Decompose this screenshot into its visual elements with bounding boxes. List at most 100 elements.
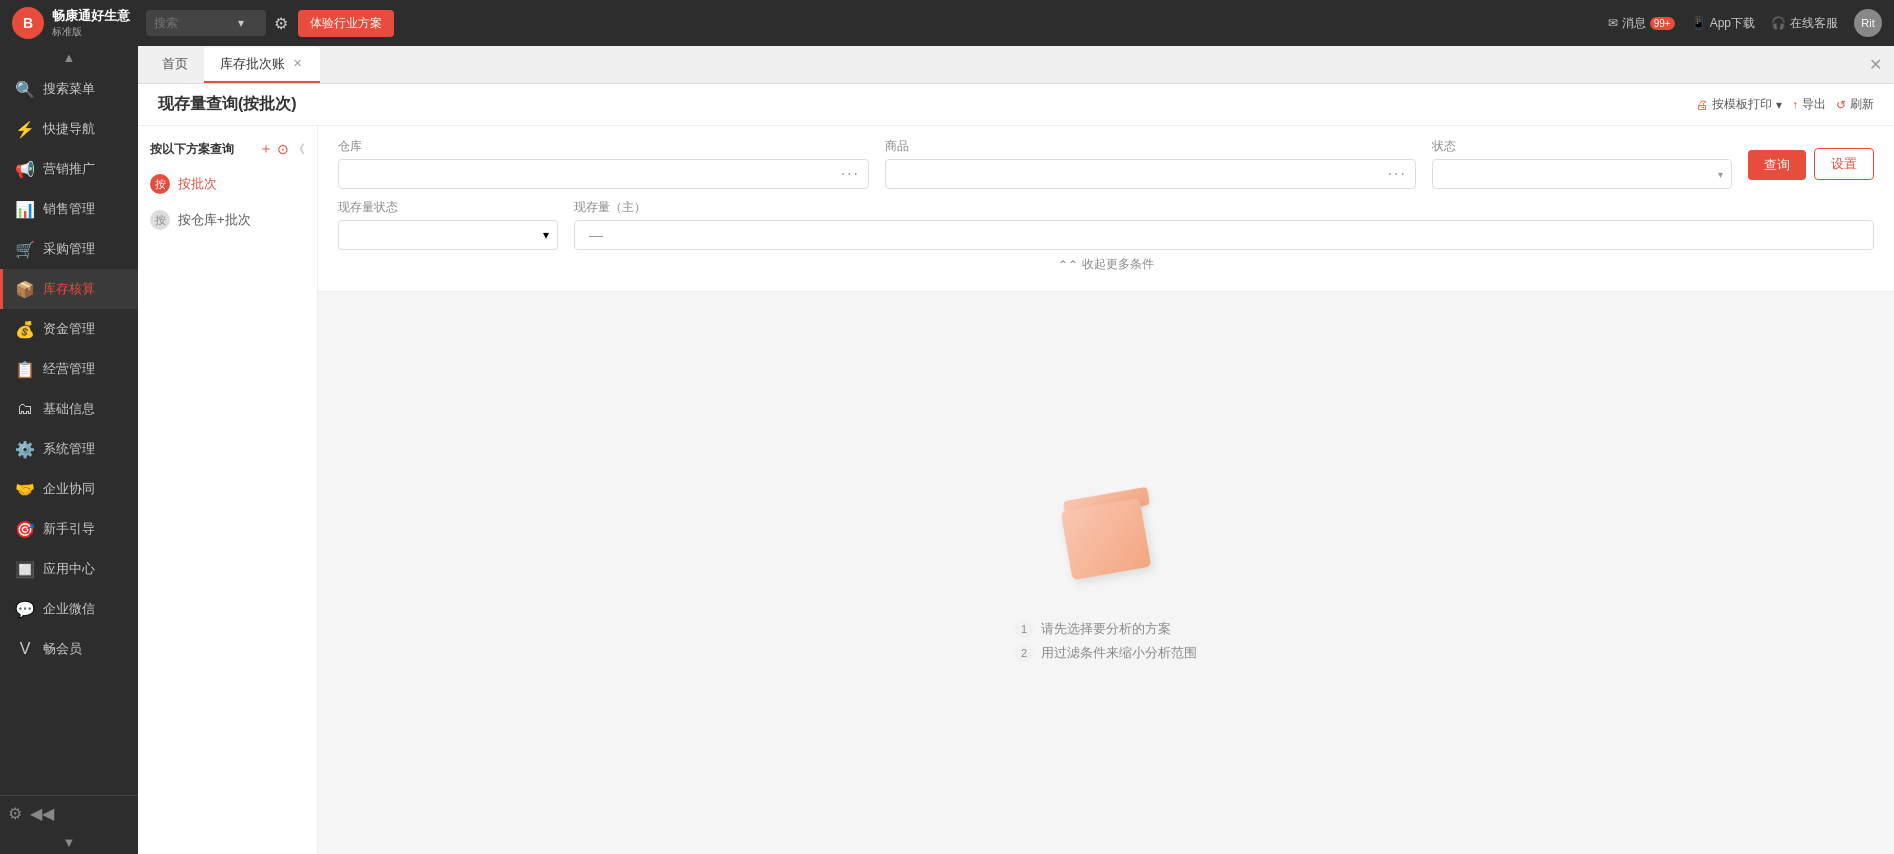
app-logo: B: [12, 7, 44, 39]
warehouse-dots: ···: [841, 165, 860, 183]
settings-gear-icon[interactable]: ⚙: [274, 14, 288, 33]
user-profile-btn[interactable]: Rit: [1854, 9, 1882, 37]
sidebar-settings-btn[interactable]: ⚙: [8, 804, 22, 823]
sidebar-item-system[interactable]: ⚙️ 系统管理: [0, 429, 138, 469]
warehouse-input[interactable]: ···: [338, 159, 869, 189]
export-btn-label: 导出: [1802, 96, 1826, 113]
filter-collapse-btn[interactable]: 《: [293, 140, 305, 158]
status-input[interactable]: ▾: [1432, 159, 1732, 189]
filter-item-warehouse-batch[interactable]: 按 按仓库+批次: [138, 202, 317, 238]
search-area[interactable]: ▾: [146, 10, 266, 36]
hint-num-1: 1: [1015, 620, 1033, 638]
sidebar-icon-system: ⚙️: [15, 439, 35, 459]
tab-close-btn[interactable]: ✕: [291, 57, 304, 70]
app-download-btn[interactable]: 📱 App下载: [1691, 15, 1755, 32]
refresh-icon: ↺: [1836, 98, 1846, 112]
filter-panel-header: 按以下方案查询 ＋ ⊙ 《: [138, 136, 317, 166]
empty-hints: 1 请先选择要分析的方案 2 用过滤条件来缩小分析范围: [1015, 620, 1197, 662]
sidebar-item-purchase[interactable]: 🛒 采购管理: [0, 229, 138, 269]
print-btn[interactable]: 🖨 按模板打印 ▾: [1696, 96, 1782, 113]
sidebar-item-app-center[interactable]: 🔲 应用中心: [0, 549, 138, 589]
tab-bar: 首页 库存批次账 ✕ ✕: [138, 46, 1894, 84]
goods-input[interactable]: ···: [885, 159, 1416, 189]
hint-text-1: 请先选择要分析的方案: [1041, 620, 1171, 638]
sidebar-scroll-down[interactable]: ▼: [0, 831, 138, 854]
filter-item-icon-batch: 按: [150, 174, 170, 194]
quantity-dash: —: [589, 227, 603, 243]
inventory-status-select[interactable]: ▾: [338, 220, 558, 250]
sidebar-item-quick-nav[interactable]: ⚡ 快捷导航: [0, 109, 138, 149]
search-input[interactable]: [154, 16, 234, 30]
collapse-more-btn[interactable]: ⌃⌃ 收起更多条件: [338, 250, 1874, 279]
search-dropdown-btn[interactable]: ▾: [234, 14, 248, 32]
message-icon: ✉: [1608, 16, 1618, 30]
sidebar-collapse-btn[interactable]: ◀◀: [30, 804, 54, 823]
sidebar-item-operations[interactable]: 📋 经营管理: [0, 349, 138, 389]
status-arrow-icon: ▾: [1718, 169, 1723, 180]
sidebar-item-inventory[interactable]: 📦 库存核算: [0, 269, 138, 309]
main-layout: ▲ 🔍 搜索菜单 ⚡ 快捷导航 📢 营销推广 📊 销售管理 🛒 采购管理 📦 库…: [0, 46, 1894, 854]
goods-dots: ···: [1388, 165, 1407, 183]
empty-hint-2: 2 用过滤条件来缩小分析范围: [1015, 644, 1197, 662]
sidebar-scroll-up[interactable]: ▲: [0, 46, 138, 69]
filter-item-label-batch: 按批次: [178, 175, 217, 193]
messages-badge: 99+: [1650, 17, 1675, 30]
settings-button[interactable]: 设置: [1814, 148, 1874, 180]
refresh-btn-label: 刷新: [1850, 96, 1874, 113]
export-btn[interactable]: ↑ 导出: [1792, 96, 1826, 113]
goods-field: 商品 ···: [885, 138, 1416, 189]
sidebar-label-wechat: 企业微信: [43, 600, 95, 618]
tab-bar-close-btn[interactable]: ✕: [1865, 51, 1886, 78]
sidebar-item-basic[interactable]: 🗂 基础信息: [0, 389, 138, 429]
topbar-right: ✉ 消息 99+ 📱 App下载 🎧 在线客服 Rit: [1608, 9, 1882, 37]
sidebar-item-sales[interactable]: 📊 销售管理: [0, 189, 138, 229]
company-info: 畅康通好生意 标准版: [52, 7, 130, 39]
empty-icon: [1046, 484, 1166, 604]
inventory-qty-input[interactable]: —: [574, 220, 1874, 250]
sidebar-item-newbie[interactable]: 🎯 新手引导: [0, 509, 138, 549]
export-icon: ↑: [1792, 98, 1798, 112]
filter-item-label-warehouse-batch: 按仓库+批次: [178, 211, 251, 229]
status-field: 状态 ▾: [1432, 138, 1732, 189]
download-icon: 📱: [1691, 16, 1706, 30]
sidebar-label-inventory: 库存核算: [43, 280, 95, 298]
online-service-btn[interactable]: 🎧 在线客服: [1771, 15, 1838, 32]
sidebar-item-wechat[interactable]: 💬 企业微信: [0, 589, 138, 629]
avatar: Rit: [1854, 9, 1882, 37]
trial-btn[interactable]: 体验行业方案: [298, 10, 394, 37]
sidebar-label-app-center: 应用中心: [43, 560, 95, 578]
content-area: 首页 库存批次账 ✕ ✕ 现存量查询(按批次) 🖨 按模板打印 ▾ ↑ 导出: [138, 46, 1894, 854]
sidebar-item-search-menu[interactable]: 🔍 搜索菜单: [0, 69, 138, 109]
sidebar-icon-marketing: 📢: [15, 159, 35, 179]
page-title: 现存量查询(按批次): [158, 94, 297, 115]
sidebar-icon-finance: 💰: [15, 319, 35, 339]
query-button[interactable]: 查询: [1748, 150, 1806, 180]
print-icon: 🖨: [1696, 98, 1708, 112]
box-shape: [1061, 498, 1152, 581]
app-download-label: App下载: [1710, 15, 1755, 32]
sidebar-item-finance[interactable]: 💰 资金管理: [0, 309, 138, 349]
messages-label: 消息: [1622, 15, 1646, 32]
tab-home[interactable]: 首页: [146, 47, 204, 83]
print-btn-label: 按模板打印: [1712, 96, 1772, 113]
inventory-status-arrow-icon: ▾: [543, 228, 549, 242]
warehouse-label: 仓库: [338, 138, 869, 155]
messages-btn[interactable]: ✉ 消息 99+: [1608, 15, 1675, 32]
add-filter-btn[interactable]: ＋: [259, 140, 273, 158]
sidebar-item-collab[interactable]: 🤝 企业协同: [0, 469, 138, 509]
refresh-btn[interactable]: ↺ 刷新: [1836, 96, 1874, 113]
sidebar-label-vip: 畅会员: [43, 640, 82, 658]
collapse-up-icon: ⌃⌃: [1058, 258, 1078, 272]
inventory-qty-field: 现存量（主） —: [574, 199, 1874, 250]
print-dropdown-icon: ▾: [1776, 98, 1782, 112]
sidebar-icon-operations: 📋: [15, 359, 35, 379]
sidebar-label-search-menu: 搜索菜单: [43, 80, 95, 98]
filter-settings-btn[interactable]: ⊙: [277, 140, 289, 158]
sidebar-icon-sales: 📊: [15, 199, 35, 219]
filter-item-icon-warehouse-batch: 按: [150, 210, 170, 230]
tab-batch-inventory[interactable]: 库存批次账 ✕: [204, 47, 320, 83]
sidebar-icon-purchase: 🛒: [15, 239, 35, 259]
sidebar-item-vip[interactable]: V 畅会员: [0, 629, 138, 669]
filter-item-batch[interactable]: 按 按批次: [138, 166, 317, 202]
sidebar-item-marketing[interactable]: 📢 营销推广: [0, 149, 138, 189]
